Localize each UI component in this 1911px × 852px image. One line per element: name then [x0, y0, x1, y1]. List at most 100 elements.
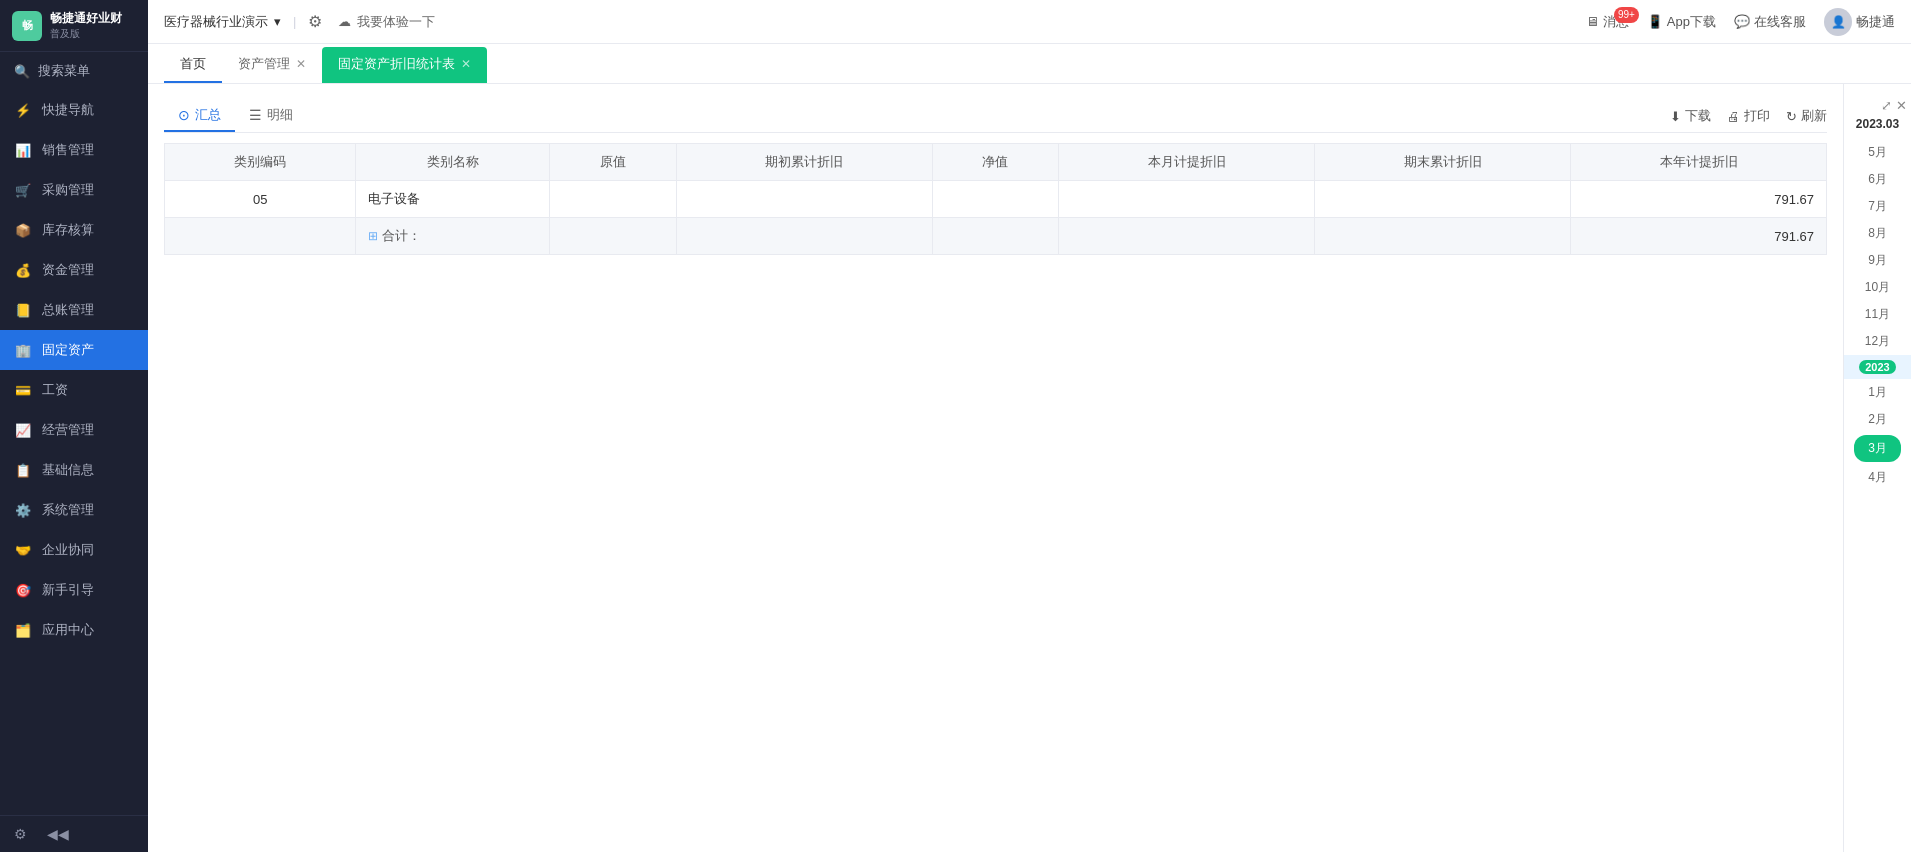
sidebar-item-guide[interactable]: 🎯 新手引导 [0, 570, 148, 610]
sidebar-item-basic-info[interactable]: 📋 基础信息 [0, 450, 148, 490]
app-download-btn[interactable]: 📱 App下载 [1647, 13, 1716, 31]
rp-2023-month-1[interactable]: 1月 [1844, 379, 1911, 406]
rp-month-12[interactable]: 12月 [1844, 328, 1911, 355]
rp-month-5[interactable]: 5月 [1844, 139, 1911, 166]
nav-label: 总账管理 [42, 301, 94, 319]
print-btn-label: 打印 [1744, 107, 1770, 125]
search-menu[interactable]: 🔍 搜索菜单 [0, 52, 148, 90]
total-net [932, 218, 1059, 255]
settings-footer-icon[interactable]: ⚙ [14, 826, 27, 842]
rp-month-11[interactable]: 11月 [1844, 301, 1911, 328]
rp-month-7[interactable]: 7月 [1844, 193, 1911, 220]
total-initial-accum [676, 218, 932, 255]
rp-2023-month-4[interactable]: 4月 [1844, 464, 1911, 491]
sidebar-header: 畅 畅捷通好业财 普及版 [0, 0, 148, 52]
download-btn[interactable]: ⬇ 下载 [1670, 107, 1711, 125]
sidebar-item-system[interactable]: ⚙️ 系统管理 [0, 490, 148, 530]
nav-label: 资金管理 [42, 261, 94, 279]
company-selector[interactable]: 医疗器械行业演示 ▾ [164, 13, 281, 31]
topbar-separator: | [293, 14, 296, 29]
tab-home-label: 首页 [180, 55, 206, 73]
quicknav-icon: ⚡ [14, 101, 32, 119]
sidebar-nav: 📊 销售管理 🛒 采购管理 📦 库存核算 💰 资金管理 📒 总账管理 🏢 固定资… [0, 130, 148, 815]
chevron-down-icon: ▾ [274, 14, 281, 29]
experience-label: 我要体验一下 [357, 13, 435, 31]
rp-month-6[interactable]: 6月 [1844, 166, 1911, 193]
download-label: App下载 [1667, 13, 1716, 31]
panel-close-icon[interactable]: ✕ [1896, 98, 1907, 113]
sidebar-item-sales[interactable]: 📊 销售管理 [0, 130, 148, 170]
subtab-detail[interactable]: ☰ 明细 [235, 100, 307, 132]
nav-label: 经营管理 [42, 421, 94, 439]
nav-label: 固定资产 [42, 341, 94, 359]
total-end-accum [1315, 218, 1571, 255]
total-annual: 791.67 [1571, 218, 1827, 255]
sidebar-footer: ⚙ ◀◀ [0, 815, 148, 852]
rp-month-9[interactable]: 9月 [1844, 247, 1911, 274]
online-service-btn[interactable]: 💬 在线客服 [1734, 13, 1806, 31]
sidebar-item-app-center[interactable]: 🗂️ 应用中心 [0, 610, 148, 650]
experience-btn[interactable]: ☁ 我要体验一下 [338, 13, 435, 31]
tab-depreciation-close-icon[interactable]: ✕ [461, 57, 471, 71]
rp-2023-month-2[interactable]: 2月 [1844, 406, 1911, 433]
sidebar-item-quicknav[interactable]: ⚡ 快捷导航 [0, 90, 148, 130]
sidebar-title-wrap: 畅捷通好业财 普及版 [50, 10, 122, 41]
user-label: 畅捷通 [1856, 13, 1895, 31]
topbar-settings-icon[interactable]: ⚙ [308, 12, 322, 31]
tab-home[interactable]: 首页 [164, 47, 222, 83]
message-icon: 🖥 [1586, 14, 1599, 29]
rp-year-badge: 2023 [1859, 360, 1895, 374]
col-original: 原值 [550, 144, 677, 181]
sidebar-item-operations[interactable]: 📈 经营管理 [0, 410, 148, 450]
sidebar-item-fixed-assets[interactable]: 🏢 固定资产 [0, 330, 148, 370]
nav-label: 新手引导 [42, 581, 94, 599]
rp-month-8[interactable]: 8月 [1844, 220, 1911, 247]
sales-icon: 📊 [14, 141, 32, 159]
right-panel-scroll[interactable]: 5月 6月 7月 8月 9月 10月 11月 12月 2023 1月 2月 3月… [1844, 139, 1911, 844]
download-btn-label: 下载 [1685, 107, 1711, 125]
sidebar-item-inventory[interactable]: 📦 库存核算 [0, 210, 148, 250]
main-area: 医疗器械行业演示 ▾ | ⚙ ☁ 我要体验一下 🖥 消息 99+ 📱 App下载… [148, 0, 1911, 852]
guide-icon: 🎯 [14, 581, 32, 599]
sidebar-item-finance[interactable]: 💰 资金管理 [0, 250, 148, 290]
system-icon: ⚙️ [14, 501, 32, 519]
total-icon: ⊞ [368, 229, 378, 243]
collapse-footer-icon[interactable]: ◀◀ [47, 826, 69, 842]
nav-label: 库存核算 [42, 221, 94, 239]
sidebar-item-payroll[interactable]: 💳 工资 [0, 370, 148, 410]
service-icon: 💬 [1734, 14, 1750, 29]
messages-btn[interactable]: 🖥 消息 99+ [1586, 13, 1629, 31]
refresh-btn[interactable]: ↻ 刷新 [1786, 107, 1827, 125]
tab-asset-mgmt[interactable]: 资产管理 ✕ [222, 47, 322, 83]
rp-2023-month-3[interactable]: 3月 [1854, 435, 1901, 462]
total-label-cell: ⊞ 合计： [356, 218, 550, 255]
refresh-btn-label: 刷新 [1801, 107, 1827, 125]
cloud-icon: ☁ [338, 14, 351, 29]
ledger-icon: 📒 [14, 301, 32, 319]
sidebar-item-cooperation[interactable]: 🤝 企业协同 [0, 530, 148, 570]
table-row: 05 电子设备 791.67 [165, 181, 1827, 218]
sidebar-item-ledger[interactable]: 📒 总账管理 [0, 290, 148, 330]
cell-net [932, 181, 1059, 218]
rp-year-badge-row[interactable]: 2023 [1844, 355, 1911, 379]
summary-icon: ⊙ [178, 107, 190, 123]
sidebar-item-purchase[interactable]: 🛒 采购管理 [0, 170, 148, 210]
col-monthly: 本月计提折旧 [1059, 144, 1315, 181]
col-annual: 本年计提折旧 [1571, 144, 1827, 181]
user-menu[interactable]: 👤 畅捷通 [1824, 8, 1895, 36]
app-center-icon: 🗂️ [14, 621, 32, 639]
payroll-icon: 💳 [14, 381, 32, 399]
print-btn[interactable]: 🖨 打印 [1727, 107, 1770, 125]
nav-label: 企业协同 [42, 541, 94, 559]
table-toolbar: ⬇ 下载 🖨 打印 ↻ 刷新 [1670, 107, 1827, 125]
tab-asset-close-icon[interactable]: ✕ [296, 57, 306, 71]
panel-expand-icon[interactable]: ⤢ [1881, 98, 1892, 113]
subtab-summary[interactable]: ⊙ 汇总 [164, 100, 235, 132]
cell-name: 电子设备 [356, 181, 550, 218]
rp-month-10[interactable]: 10月 [1844, 274, 1911, 301]
subtab-detail-label: 明细 [267, 106, 293, 124]
nav-label: 系统管理 [42, 501, 94, 519]
col-initial-accum: 期初累计折旧 [676, 144, 932, 181]
tab-depreciation[interactable]: 固定资产折旧统计表 ✕ [322, 47, 487, 83]
content-area: ⊙ 汇总 ☰ 明细 ⬇ 下载 🖨 打印 [148, 84, 1911, 852]
